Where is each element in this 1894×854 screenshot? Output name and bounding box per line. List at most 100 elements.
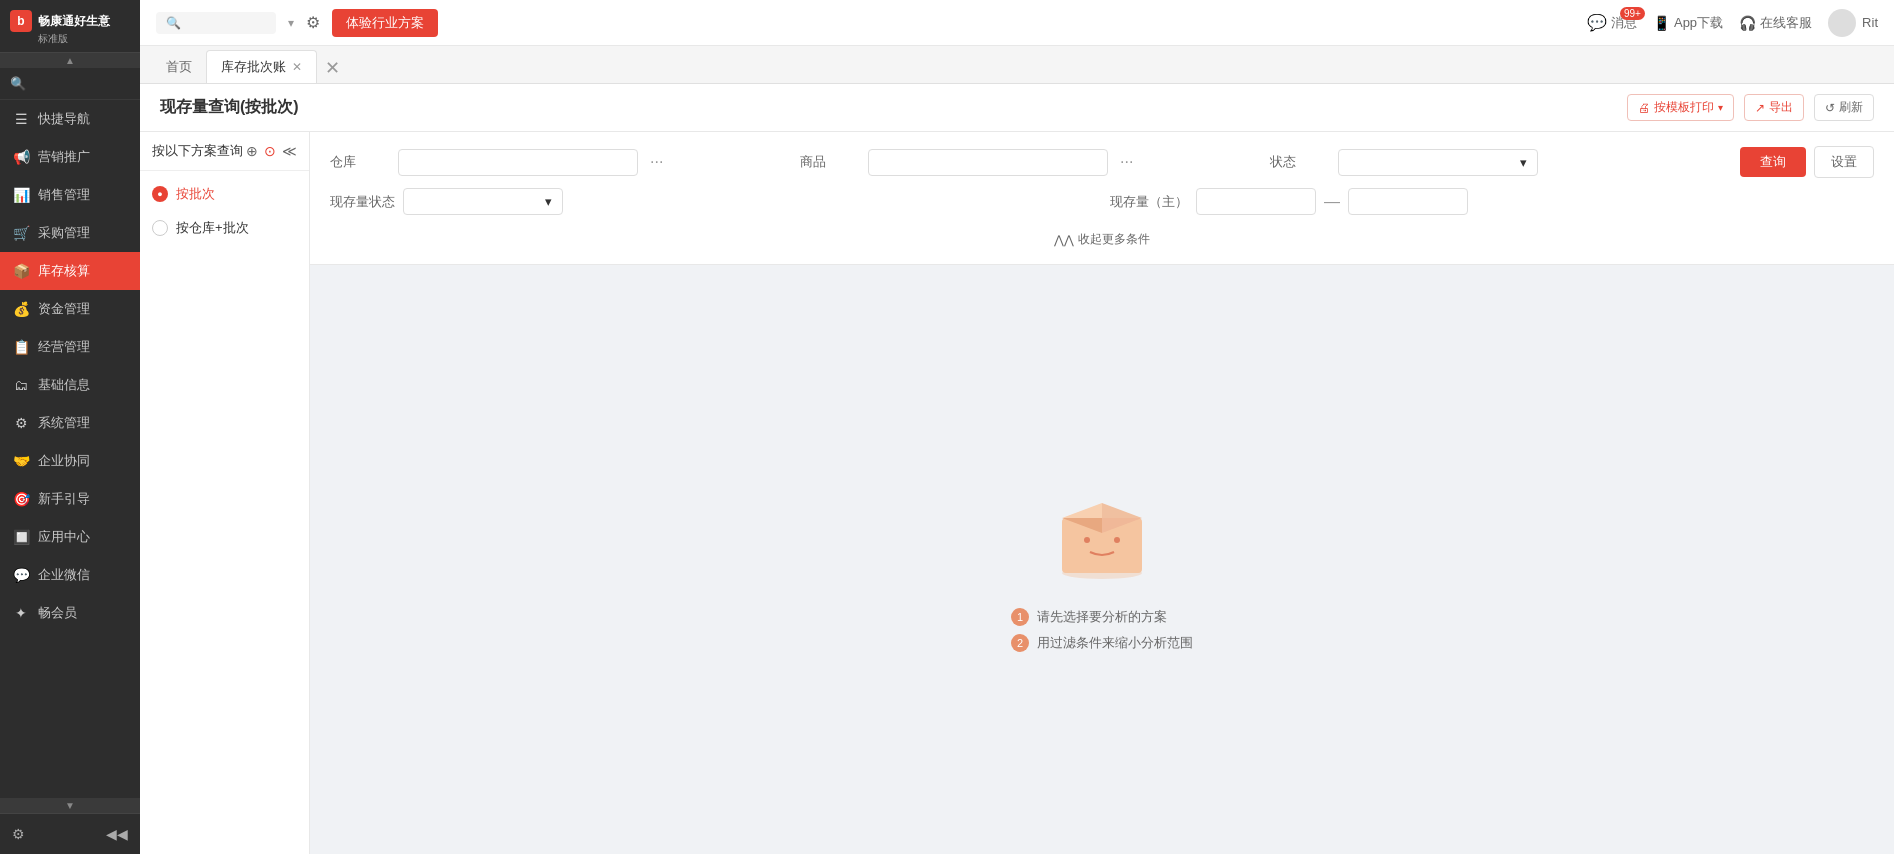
enterprise-icon: 🤝 <box>12 452 30 470</box>
sidebar-item-operations[interactable]: 📋 经营管理 <box>0 328 140 366</box>
scroll-down-arrow[interactable]: ▼ <box>0 798 140 813</box>
tab-inventory-batch[interactable]: 库存批次账 ✕ <box>206 50 317 83</box>
collapse-panel-icon[interactable]: ≪ <box>282 143 297 159</box>
marketing-icon: 📢 <box>12 148 30 166</box>
system-icon: ⚙ <box>12 414 30 432</box>
sidebar-item-label: 营销推广 <box>38 148 90 166</box>
topbar-search-icon: 🔍 <box>166 16 181 30</box>
sidebar-item-label: 经营管理 <box>38 338 90 356</box>
tab-home[interactable]: 首页 <box>152 51 206 83</box>
settings-icon[interactable]: ⚙ <box>8 822 29 846</box>
inventory-status-label: 现存量状态 <box>330 193 395 211</box>
goods-input[interactable] <box>868 149 1108 176</box>
sidebar-item-label: 资金管理 <box>38 300 90 318</box>
collapse-up-icon: ⋀⋀ <box>1054 233 1074 247</box>
message-badge: 99+ <box>1620 7 1645 20</box>
dash-icon: — <box>1324 193 1340 211</box>
user-profile[interactable]: Rit <box>1828 9 1878 37</box>
export-button[interactable]: ↗ 导出 <box>1744 94 1804 121</box>
service-icon: 🎧 <box>1739 15 1756 31</box>
service-label: 在线客服 <box>1760 14 1812 32</box>
query-button[interactable]: 查询 <box>1740 147 1806 177</box>
tab-inventory-batch-label: 库存批次账 <box>221 58 286 76</box>
sidebar-item-label: 应用中心 <box>38 528 90 546</box>
topbar-gear-icon[interactable]: ⚙ <box>306 13 320 32</box>
settings-scheme-icon[interactable]: ⊙ <box>264 143 276 159</box>
sidebar-item-basic[interactable]: 🗂 基础信息 <box>0 366 140 404</box>
messages-button[interactable]: 💬 消息 99+ <box>1587 13 1637 32</box>
sidebar-item-label: 畅会员 <box>38 604 77 622</box>
sidebar-item-purchase[interactable]: 🛒 采购管理 <box>0 214 140 252</box>
topbar-right: 💬 消息 99+ 📱 App下载 🎧 在线客服 Rit <box>1587 9 1878 37</box>
scheme-item-warehouse-batch[interactable]: 按仓库+批次 <box>140 211 309 245</box>
app-download-button[interactable]: 📱 App下载 <box>1653 14 1723 32</box>
collapse-button[interactable]: ⋀⋀ 收起更多条件 <box>330 225 1874 254</box>
sidebar-item-quick-nav[interactable]: ☰ 快捷导航 <box>0 100 140 138</box>
sidebar-item-guide[interactable]: 🎯 新手引导 <box>0 480 140 518</box>
warehouse-input[interactable] <box>398 149 638 176</box>
filter-inventory-qty: 现存量（主） — <box>1110 188 1874 215</box>
sidebar-item-apps[interactable]: 🔲 应用中心 <box>0 518 140 556</box>
avatar <box>1828 9 1856 37</box>
sidebar-item-label: 销售管理 <box>38 186 90 204</box>
page-header: 现存量查询(按批次) 🖨 按模板打印 ▾ ↗ 导出 ↺ 刷新 <box>140 84 1894 132</box>
inventory-qty-min[interactable] <box>1196 188 1316 215</box>
sidebar-item-wechat[interactable]: 💬 企业微信 <box>0 556 140 594</box>
left-panel-title: 按以下方案查询 <box>152 142 243 160</box>
settings-button[interactable]: 设置 <box>1814 146 1874 178</box>
page-header-actions: 🖨 按模板打印 ▾ ↗ 导出 ↺ 刷新 <box>1627 94 1874 121</box>
add-scheme-icon[interactable]: ⊕ <box>246 143 258 159</box>
sidebar-item-inventory[interactable]: 📦 库存核算 <box>0 252 140 290</box>
left-panel-header: 按以下方案查询 ⊕ ⊙ ≪ <box>140 132 309 171</box>
scheme-by-batch-label: 按批次 <box>176 185 215 203</box>
close-panel-button[interactable]: ✕ <box>317 57 348 79</box>
empty-state: 1 请先选择要分析的方案 2 用过滤条件来缩小分析范围 <box>310 265 1894 854</box>
filter-inventory-status: 现存量状态 ▾ <box>330 188 1094 215</box>
warehouse-dots[interactable]: ··· <box>650 153 663 171</box>
goods-dots[interactable]: ··· <box>1120 153 1133 171</box>
page-title: 现存量查询(按批次) <box>160 97 299 118</box>
collapse-label: 收起更多条件 <box>1078 231 1150 248</box>
tab-close-icon[interactable]: ✕ <box>292 61 302 73</box>
refresh-button[interactable]: ↺ 刷新 <box>1814 94 1874 121</box>
topbar-search-box[interactable]: 🔍 <box>156 12 276 34</box>
print-button[interactable]: 🖨 按模板打印 ▾ <box>1627 94 1734 121</box>
sidebar-item-sales[interactable]: 📊 销售管理 <box>0 176 140 214</box>
wechat-icon: 💬 <box>12 566 30 584</box>
sidebar-item-enterprise[interactable]: 🤝 企业协同 <box>0 442 140 480</box>
scroll-up-arrow[interactable]: ▲ <box>0 53 140 68</box>
empty-tips: 1 请先选择要分析的方案 2 用过滤条件来缩小分析范围 <box>1011 608 1193 652</box>
scheme-item-by-batch[interactable]: ● 按批次 <box>140 177 309 211</box>
online-service-button[interactable]: 🎧 在线客服 <box>1739 14 1812 32</box>
status-select[interactable]: ▾ <box>1338 149 1538 176</box>
scheme-inactive-icon <box>152 220 168 236</box>
sidebar-item-system[interactable]: ⚙ 系统管理 <box>0 404 140 442</box>
sidebar-search[interactable]: 🔍 <box>0 68 140 100</box>
inventory-status-select[interactable]: ▾ <box>403 188 563 215</box>
tip-1-num: 1 <box>1011 608 1029 626</box>
sidebar-item-marketing[interactable]: 📢 营销推广 <box>0 138 140 176</box>
print-icon: 🖨 <box>1638 101 1650 115</box>
left-panel-actions: ⊕ ⊙ ≪ <box>246 143 297 159</box>
tip-2-num: 2 <box>1011 634 1029 652</box>
tabbar: 首页 库存批次账 ✕ ✕ <box>140 46 1894 84</box>
print-dropdown-icon: ▾ <box>1718 102 1723 113</box>
sidebar-item-label: 企业协同 <box>38 452 90 470</box>
sidebar-nav: ☰ 快捷导航 📢 营销推广 📊 销售管理 🛒 采购管理 📦 库存核算 💰 资金管… <box>0 100 140 798</box>
tip-1-text: 请先选择要分析的方案 <box>1037 608 1167 626</box>
sidebar-item-finance[interactable]: 💰 资金管理 <box>0 290 140 328</box>
topbar-dropdown-icon[interactable]: ▾ <box>288 16 294 30</box>
inventory-qty-max[interactable] <box>1348 188 1468 215</box>
scheme-active-icon: ● <box>152 186 168 202</box>
trial-button[interactable]: 体验行业方案 <box>332 9 438 37</box>
left-panel-list: ● 按批次 按仓库+批次 <box>140 171 309 854</box>
topbar-search-input[interactable] <box>187 16 247 30</box>
sidebar-item-member[interactable]: ✦ 畅会员 <box>0 594 140 632</box>
filter-area: 仓库 ··· 商品 ··· 状态 <box>310 132 1894 265</box>
message-icon: 💬 <box>1587 13 1607 32</box>
filter-status: 状态 ▾ <box>1270 149 1724 176</box>
filter-actions: 查询 设置 <box>1740 146 1874 178</box>
collapse-sidebar-icon[interactable]: ◀◀ <box>102 822 132 846</box>
tab-home-label: 首页 <box>166 58 192 76</box>
status-dropdown-icon: ▾ <box>1520 155 1527 170</box>
